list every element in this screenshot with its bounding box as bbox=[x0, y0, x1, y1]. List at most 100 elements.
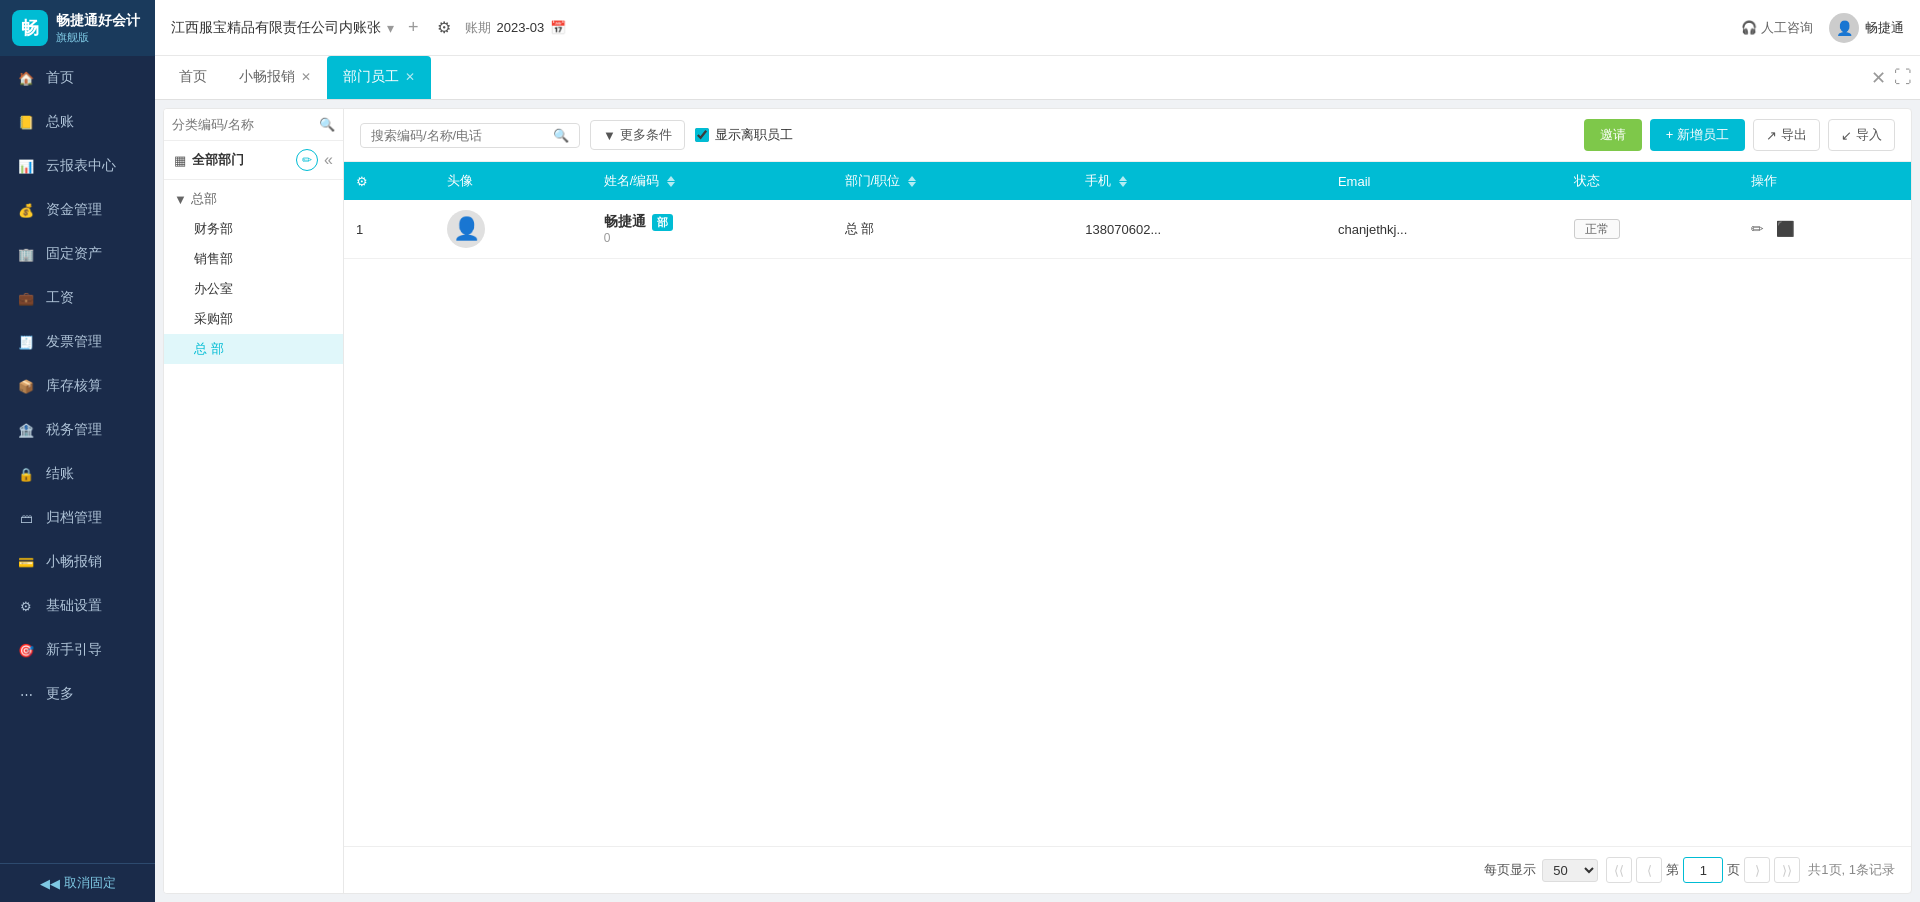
sidebar-item-archive[interactable]: 🗃 归档管理 bbox=[0, 496, 155, 540]
sidebar-item-guide[interactable]: 🎯 新手引导 bbox=[0, 628, 155, 672]
emp-search-input[interactable] bbox=[371, 128, 547, 143]
calendar-icon[interactable]: 📅 bbox=[550, 20, 566, 35]
sidebar-pin-toggle[interactable]: ◀◀ 取消固定 bbox=[0, 863, 155, 902]
sort-name-icon bbox=[667, 176, 675, 187]
sidebar-item-funds[interactable]: 💰 资金管理 bbox=[0, 188, 155, 232]
company-name[interactable]: 江西服宝精品有限责任公司内账张 ▾ bbox=[171, 19, 394, 37]
sidebar-logo: 畅 畅捷通好会计 旗舰版 bbox=[0, 0, 155, 56]
col-status: 状态 bbox=[1562, 162, 1739, 200]
tab-close-all-icon[interactable]: ✕ bbox=[1871, 67, 1886, 89]
sidebar-item-salary[interactable]: 💼 工资 bbox=[0, 276, 155, 320]
sidebar-label-assets: 固定资产 bbox=[46, 245, 102, 263]
tree-root-label: 全部部门 bbox=[192, 151, 290, 169]
filter-icon: ▼ bbox=[603, 128, 616, 143]
col-phone[interactable]: 手机 bbox=[1073, 162, 1326, 200]
user-menu[interactable]: 👤 畅捷通 bbox=[1829, 13, 1904, 43]
export-icon: ↗ bbox=[1766, 128, 1777, 143]
col-name[interactable]: 姓名/编码 bbox=[592, 162, 833, 200]
logo-text-group: 畅捷通好会计 旗舰版 bbox=[56, 11, 140, 44]
sidebar-item-ledger[interactable]: 📒 总账 bbox=[0, 100, 155, 144]
cell-phone: 138070602... bbox=[1073, 200, 1326, 259]
company-dropdown-arrow: ▾ bbox=[387, 20, 394, 36]
tree-body: ▼ 总部 财务部 销售部 办公室 采购部 总 部 bbox=[164, 180, 343, 893]
tabbar-controls: ✕ ⛶ bbox=[1871, 56, 1912, 99]
per-page-select[interactable]: 50 10 20 100 bbox=[1542, 859, 1598, 882]
col-avatar: 头像 bbox=[435, 162, 592, 200]
sidebar-label-guide: 新手引导 bbox=[46, 641, 102, 659]
page-label-ye: 页 bbox=[1727, 861, 1740, 879]
funds-icon: 💰 bbox=[16, 200, 36, 220]
show-resigned-checkbox[interactable] bbox=[695, 128, 709, 142]
sidebar-item-base[interactable]: ⚙ 基础设置 bbox=[0, 584, 155, 628]
expense-icon: 💳 bbox=[16, 552, 36, 572]
tree-node-finance[interactable]: 财务部 bbox=[164, 214, 343, 244]
current-page-input[interactable] bbox=[1683, 857, 1723, 883]
right-panel: 🔍 ▼ 更多条件 显示离职员工 邀请 + 新增员工 ↗ 导出 bbox=[344, 109, 1911, 893]
cell-index: 1 bbox=[344, 200, 435, 259]
tree-search-box[interactable]: 🔍 bbox=[164, 109, 343, 141]
last-page-button[interactable]: ⟩⟩ bbox=[1774, 857, 1800, 883]
emp-search-box[interactable]: 🔍 bbox=[360, 123, 580, 148]
employee-name: 畅捷通 部 bbox=[604, 213, 821, 231]
expand-arrow: ▼ bbox=[174, 192, 187, 207]
show-resigned-toggle[interactable]: 显示离职员工 bbox=[695, 126, 793, 144]
topbar-right: 🎧 人工咨询 👤 畅捷通 bbox=[1741, 13, 1904, 43]
add-employee-button[interactable]: + 新增员工 bbox=[1650, 119, 1745, 151]
tree-header: ▦ 全部部门 ✏ « bbox=[164, 141, 343, 180]
sidebar-item-tax[interactable]: 🏦 税务管理 bbox=[0, 408, 155, 452]
edit-icon[interactable]: ✏ bbox=[1751, 220, 1764, 238]
export-button[interactable]: ↗ 导出 bbox=[1753, 119, 1820, 151]
tab-expense-close[interactable]: ✕ bbox=[301, 70, 311, 84]
support-label: 人工咨询 bbox=[1761, 19, 1813, 37]
sidebar-item-more[interactable]: ⋯ 更多 bbox=[0, 672, 155, 716]
sidebar-label-more: 更多 bbox=[46, 685, 74, 703]
sidebar-item-assets[interactable]: 🏢 固定资产 bbox=[0, 232, 155, 276]
filter-button[interactable]: ▼ 更多条件 bbox=[590, 120, 685, 150]
emp-search-icon[interactable]: 🔍 bbox=[553, 128, 569, 143]
first-page-button[interactable]: ⟨⟨ bbox=[1606, 857, 1632, 883]
tab-home[interactable]: 首页 bbox=[163, 56, 223, 99]
tree-collapse-icon[interactable]: « bbox=[324, 151, 333, 169]
sidebar-label-invoice: 发票管理 bbox=[46, 333, 102, 351]
col-settings[interactable]: ⚙ bbox=[344, 162, 435, 200]
add-account-button[interactable]: + bbox=[404, 17, 423, 38]
prev-page-button[interactable]: ⟨ bbox=[1636, 857, 1662, 883]
import-button[interactable]: ↙ 导入 bbox=[1828, 119, 1895, 151]
invite-button[interactable]: 邀请 bbox=[1584, 119, 1642, 151]
col-dept[interactable]: 部门/职位 bbox=[833, 162, 1074, 200]
sidebar-item-invoice[interactable]: 🧾 发票管理 bbox=[0, 320, 155, 364]
tab-maximize-icon[interactable]: ⛶ bbox=[1894, 67, 1912, 88]
settings-button[interactable]: ⚙ bbox=[433, 18, 455, 37]
support-button[interactable]: 🎧 人工咨询 bbox=[1741, 19, 1813, 37]
tab-employees[interactable]: 部门员工 ✕ bbox=[327, 56, 431, 99]
cell-email: chanjethkj... bbox=[1326, 200, 1562, 259]
tab-employees-close[interactable]: ✕ bbox=[405, 70, 415, 84]
tree-node-sales[interactable]: 销售部 bbox=[164, 244, 343, 274]
employee-table-wrapper: ⚙ 头像 姓名/编码 部门/职位 bbox=[344, 162, 1911, 846]
tree-edit-button[interactable]: ✏ bbox=[296, 149, 318, 171]
sidebar-item-home[interactable]: 🏠 首页 bbox=[0, 56, 155, 100]
sort-dept-icon bbox=[908, 176, 916, 187]
grid-icon: ▦ bbox=[174, 153, 186, 168]
user-avatar: 👤 bbox=[1829, 13, 1859, 43]
sidebar-item-expense[interactable]: 💳 小畅报销 bbox=[0, 540, 155, 584]
reports-icon: 📊 bbox=[16, 156, 36, 176]
logout-icon[interactable]: ⬛ bbox=[1776, 220, 1795, 238]
tree-node-general[interactable]: 总 部 bbox=[164, 334, 343, 364]
next-page-button[interactable]: ⟩ bbox=[1744, 857, 1770, 883]
tree-search-input[interactable] bbox=[172, 117, 319, 132]
base-icon: ⚙ bbox=[16, 596, 36, 616]
tree-node-office[interactable]: 办公室 bbox=[164, 274, 343, 304]
tree-node-purchase[interactable]: 采购部 bbox=[164, 304, 343, 334]
sidebar-item-reports[interactable]: 📊 云报表中心 bbox=[0, 144, 155, 188]
cell-dept: 总 部 bbox=[833, 200, 1074, 259]
tree-node-zongbu-header[interactable]: ▼ 总部 bbox=[164, 184, 343, 214]
tab-expense[interactable]: 小畅报销 ✕ bbox=[223, 56, 327, 99]
sidebar-item-closing[interactable]: 🔒 结账 bbox=[0, 452, 155, 496]
status-badge: 正常 bbox=[1574, 219, 1620, 239]
tab-employees-label: 部门员工 bbox=[343, 68, 399, 86]
sidebar-label-expense: 小畅报销 bbox=[46, 553, 102, 571]
tree-search-icon[interactable]: 🔍 bbox=[319, 117, 335, 132]
period-value[interactable]: 2023-03 bbox=[497, 20, 545, 35]
sidebar-item-inventory[interactable]: 📦 库存核算 bbox=[0, 364, 155, 408]
